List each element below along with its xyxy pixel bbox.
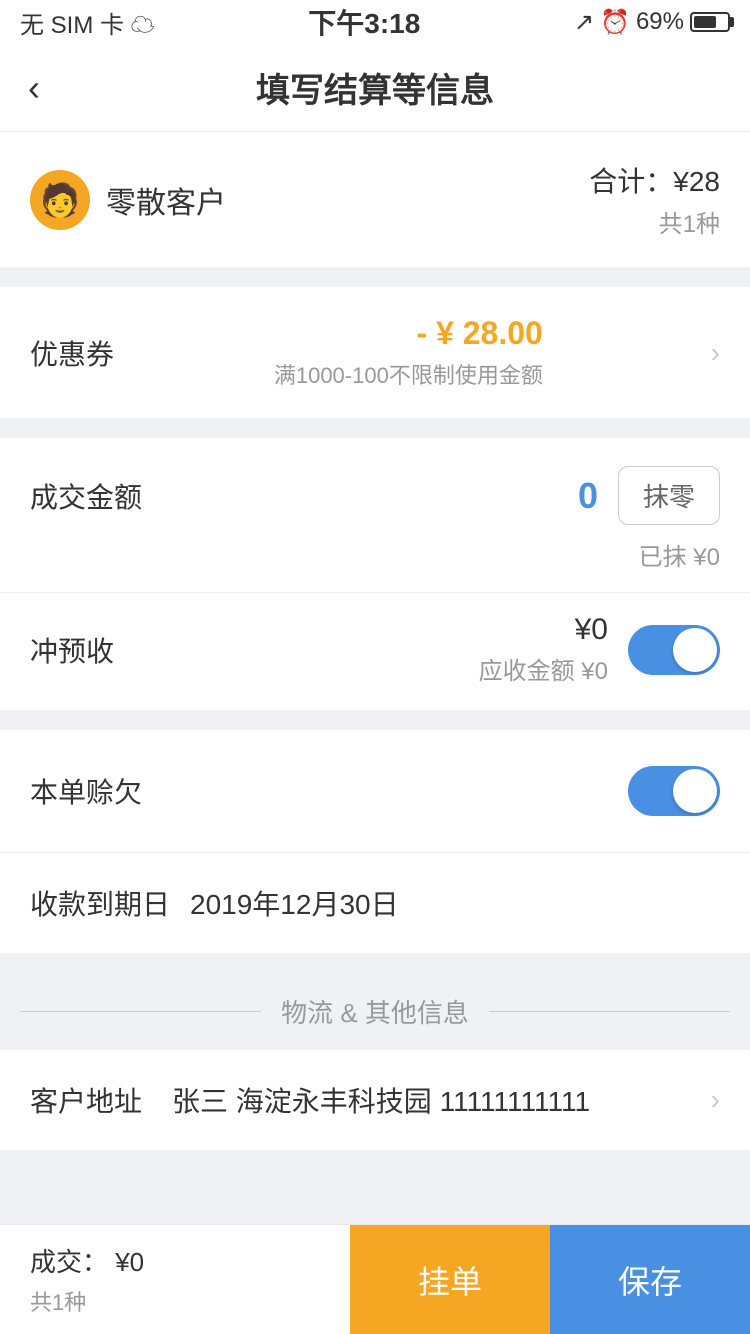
amount-value: 0 <box>558 475 598 517</box>
alarm-icon: ⏰ <box>600 8 630 37</box>
pre-amount-sub: 应收金额 ¥0 <box>479 651 608 686</box>
pre-receive-label: 冲预收 <box>30 630 114 670</box>
address-chevron-icon: › <box>711 1084 720 1116</box>
customer-total: 合计：¥28 <box>589 160 720 200</box>
customer-count: 共1种 <box>589 204 720 239</box>
debt-section: 本单赊欠 收款到期日 2019年12月30日 <box>0 730 750 953</box>
debt-row: 本单赊欠 <box>0 730 750 852</box>
customer-name: 零散客户 <box>106 178 226 222</box>
customer-right: 合计：¥28 共1种 <box>589 160 720 239</box>
coupon-discount: - ¥ 28.00 <box>274 315 543 352</box>
amount-label: 成交金额 <box>30 476 142 516</box>
coupon-section[interactable]: 优惠券 - ¥ 28.00 满1000-100不限制使用金额 › <box>0 287 750 418</box>
status-time: 下午3:18 <box>308 2 420 42</box>
pre-right: ¥0 应收金额 ¥0 <box>479 613 720 686</box>
status-bar: 无 SIM 卡 ☁ 下午3:18 ↗ ⏰ 69% <box>0 0 750 44</box>
battery-fill <box>694 16 716 28</box>
footer-info: 成交： ¥0 共1种 <box>0 1225 350 1334</box>
debt-toggle-knob <box>673 769 717 813</box>
avatar: 🧑 <box>30 170 90 230</box>
logistics-line-right <box>489 1011 730 1012</box>
address-label: 客户地址 <box>30 1080 142 1120</box>
coupon-label: 优惠券 <box>30 333 114 373</box>
debt-label: 本单赊欠 <box>30 771 142 811</box>
pre-amounts: ¥0 应收金额 ¥0 <box>479 613 608 686</box>
customer-left: 🧑 零散客户 <box>30 170 226 230</box>
footer-deal-amount: 成交： ¥0 <box>30 1242 320 1279</box>
toggle-knob <box>673 628 717 672</box>
pre-receive-toggle[interactable] <box>628 625 720 675</box>
customer-section: 🧑 零散客户 合计：¥28 共1种 <box>0 132 750 267</box>
address-row[interactable]: 客户地址 张三 海淀永丰科技园 11111111111 › <box>0 1050 750 1150</box>
hold-button[interactable]: 挂单 <box>350 1225 550 1334</box>
coupon-right: - ¥ 28.00 满1000-100不限制使用金额 <box>274 315 543 390</box>
logistics-header-inner: 物流 & 其他信息 <box>20 993 730 1030</box>
debt-toggle[interactable] <box>628 766 720 816</box>
footer-count: 共1种 <box>30 1285 320 1317</box>
avatar-icon: 🧑 <box>40 181 80 219</box>
battery-icon <box>690 12 730 32</box>
coupon-row[interactable]: 优惠券 - ¥ 28.00 满1000-100不限制使用金额 › <box>0 287 750 418</box>
logistics-section-label: 物流 & 其他信息 <box>281 993 469 1030</box>
customer-row: 🧑 零散客户 合计：¥28 共1种 <box>0 132 750 267</box>
amount-row: 成交金额 0 抹零 <box>0 438 750 537</box>
nav-bar: ‹ 填写结算等信息 <box>0 44 750 132</box>
due-date-row: 收款到期日 2019年12月30日 <box>0 852 750 953</box>
amount-value-area: 0 抹零 <box>558 466 720 525</box>
amount-sub: 已抹 ¥0 <box>0 537 750 592</box>
pre-amount-main: ¥0 <box>479 613 608 647</box>
coupon-chevron-icon: › <box>711 337 720 369</box>
coupon-desc: 满1000-100不限制使用金额 <box>274 358 543 390</box>
due-date-label: 收款到期日 <box>30 883 170 923</box>
logistics-line-left <box>20 1011 261 1012</box>
address-value: 张三 海淀永丰科技园 11111111111 <box>172 1080 703 1120</box>
amount-section: 成交金额 0 抹零 已抹 ¥0 冲预收 ¥0 应收金额 ¥0 <box>0 438 750 710</box>
address-section[interactable]: 客户地址 张三 海淀永丰科技园 11111111111 › <box>0 1050 750 1150</box>
page-title: 填写结算等信息 <box>256 63 494 112</box>
save-button[interactable]: 保存 <box>550 1225 750 1334</box>
signal-text: 无 SIM 卡 ☁ <box>20 5 155 40</box>
status-right: ↗ ⏰ 69% <box>574 8 730 37</box>
location-icon: ↗ <box>574 8 594 37</box>
pre-receive-row: 冲预收 ¥0 应收金额 ¥0 <box>0 592 750 710</box>
battery-percent: 69% <box>636 8 684 36</box>
round-button[interactable]: 抹零 <box>618 466 720 525</box>
back-button[interactable]: ‹ <box>28 67 40 109</box>
status-left: 无 SIM 卡 ☁ <box>20 5 155 40</box>
footer: 成交： ¥0 共1种 挂单 保存 <box>0 1224 750 1334</box>
logistics-header: 物流 & 其他信息 <box>0 973 750 1050</box>
due-date-value: 2019年12月30日 <box>190 883 399 923</box>
